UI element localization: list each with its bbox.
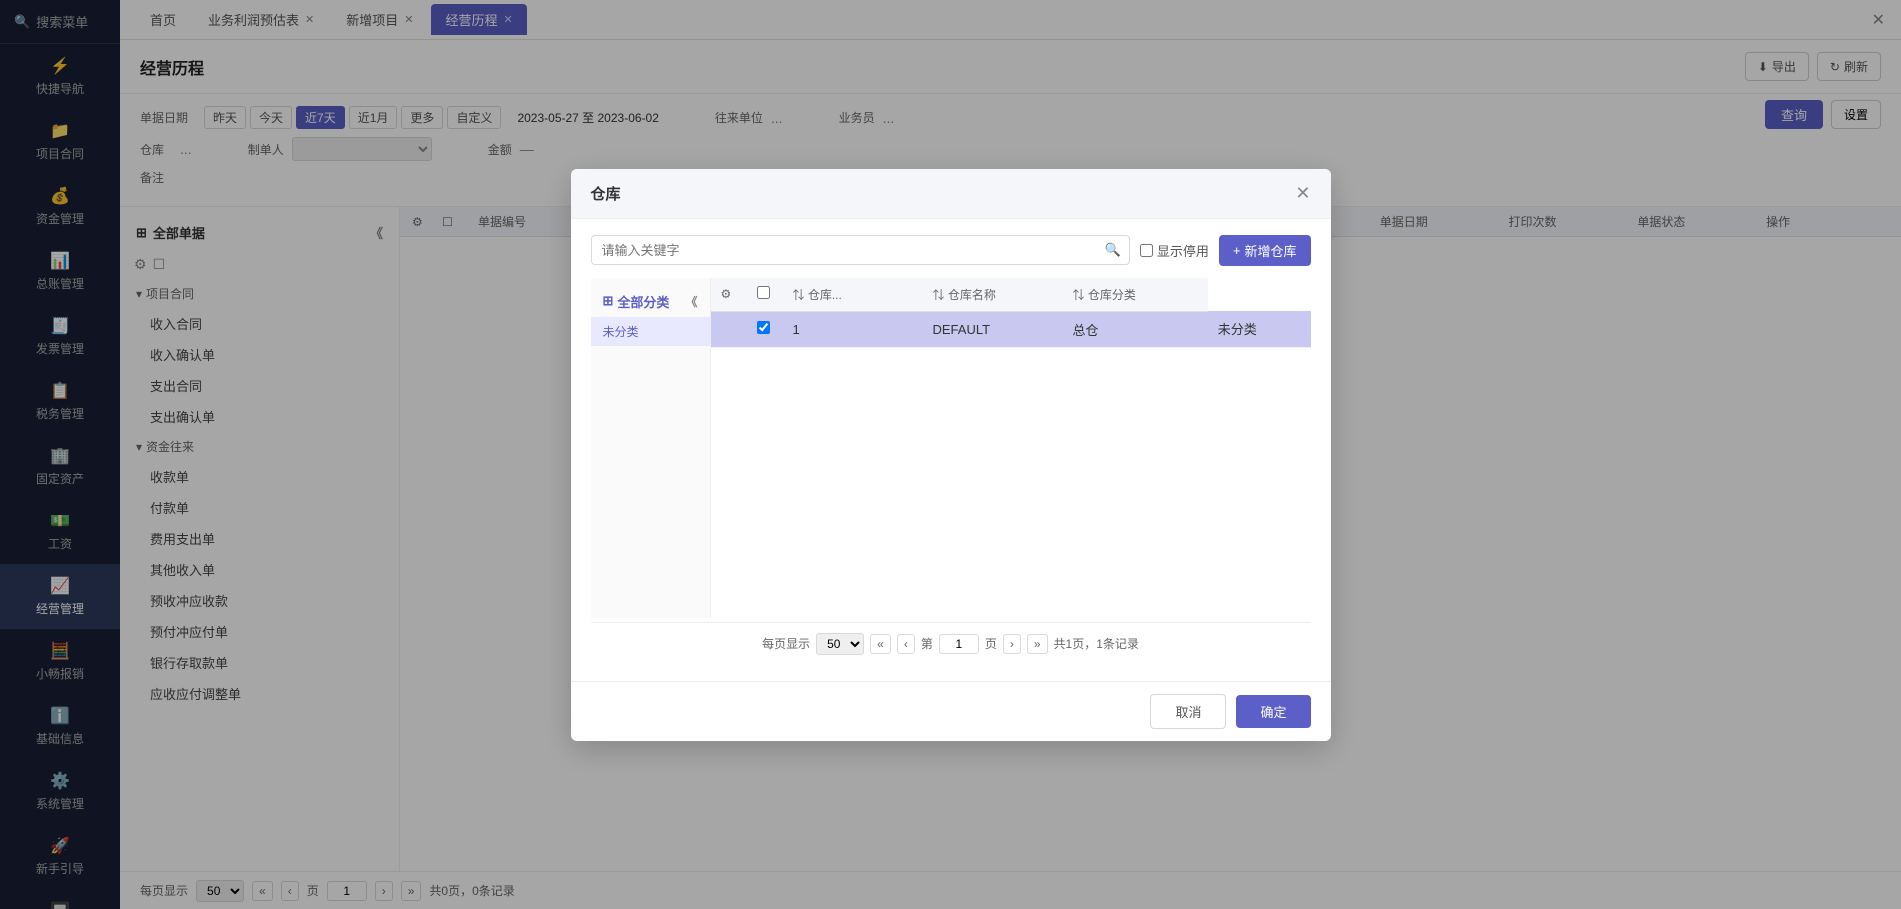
th-code[interactable]: ⇅ 仓库... <box>783 278 923 312</box>
modal-confirm-button[interactable]: 确定 <box>1236 695 1310 728</box>
modal-toolbar: 🔍 显示停用 + 新增仓库 <box>591 235 1311 266</box>
modal-collapse-btn[interactable]: 《 <box>685 293 697 310</box>
modal-table-row[interactable]: 1 DEFAULT 总仓 未分类 <box>711 311 1311 347</box>
modal-pagination: 每页显示 50 « ‹ 第 页 › » 共1页，1条记录 <box>591 622 1311 665</box>
modal-first-page-btn[interactable]: « <box>870 634 891 654</box>
row-id: 1 <box>783 311 923 347</box>
sort-icon-cat: ⇅ <box>1073 288 1085 302</box>
th-checkbox <box>747 278 783 312</box>
th-name[interactable]: ⇅ 仓库名称 <box>923 278 1063 312</box>
modal-body: 🔍 显示停用 + 新增仓库 ⊞ 全部分类 《 <box>571 219 1331 681</box>
select-all-checkbox[interactable] <box>757 286 770 299</box>
modal-cat-unclassified[interactable]: 未分类 <box>591 317 710 346</box>
show-disabled-checkbox[interactable] <box>1140 244 1153 257</box>
gear-icon[interactable]: ⚙ <box>721 287 732 301</box>
modal-search-icon[interactable]: 🔍 <box>1097 236 1129 264</box>
warehouse-modal: 仓库 ✕ 🔍 显示停用 + 新增仓库 ⊞ <box>571 169 1331 741</box>
modal-next-page-btn[interactable]: › <box>1003 634 1021 654</box>
add-warehouse-label: 新增仓库 <box>1244 241 1296 260</box>
modal-page-input[interactable] <box>939 634 979 654</box>
modal-page-label: 第 <box>921 635 933 652</box>
cat-grid-icon: ⊞ <box>603 293 614 309</box>
add-warehouse-button[interactable]: + 新增仓库 <box>1219 235 1311 266</box>
modal-cancel-button[interactable]: 取消 <box>1150 694 1226 729</box>
show-disabled-label: 显示停用 <box>1140 241 1209 260</box>
add-icon: + <box>1233 243 1241 258</box>
modal-cat-header: ⊞ 全部分类 《 <box>591 286 710 317</box>
sort-icon: ⇅ <box>793 288 805 302</box>
cat-header-label: 全部分类 <box>617 292 669 311</box>
modal-table: ⚙ ⇅ 仓库... ⇅ 仓库名称 <box>711 278 1311 348</box>
modal-close-btn[interactable]: ✕ <box>1295 183 1310 204</box>
modal-search-box: 🔍 <box>591 235 1130 265</box>
modal-categories: ⊞ 全部分类 《 未分类 <box>591 278 711 618</box>
row-code: DEFAULT <box>923 311 1063 347</box>
modal-header: 仓库 ✕ <box>571 169 1331 219</box>
th-category[interactable]: ⇅ 仓库分类 <box>1063 278 1208 312</box>
modal-footer-buttons: 取消 确定 <box>571 681 1331 741</box>
th-settings: ⚙ <box>711 278 747 312</box>
row-name: 总仓 <box>1063 311 1208 347</box>
modal-table-wrap: ⚙ ⇅ 仓库... ⇅ 仓库名称 <box>711 278 1311 618</box>
modal-per-page-label: 每页显示 <box>762 635 810 652</box>
modal-page-suffix: 页 <box>985 635 997 652</box>
modal-title: 仓库 <box>591 183 621 204</box>
modal-per-page-select[interactable]: 50 <box>816 633 864 655</box>
modal-prev-page-btn[interactable]: ‹ <box>897 634 915 654</box>
row-settings <box>711 311 747 347</box>
sort-icon-name: ⇅ <box>933 288 945 302</box>
modal-table-header-row: ⚙ ⇅ 仓库... ⇅ 仓库名称 <box>711 278 1311 312</box>
modal-last-page-btn[interactable]: » <box>1027 634 1048 654</box>
row-checkbox[interactable] <box>747 311 783 347</box>
row-category: 未分类 <box>1208 311 1311 347</box>
modal-search-input[interactable] <box>592 237 1097 264</box>
show-disabled-text: 显示停用 <box>1157 241 1209 260</box>
modal-content: ⊞ 全部分类 《 未分类 ⚙ <box>591 278 1311 618</box>
modal-total-info: 共1页，1条记录 <box>1054 635 1139 652</box>
